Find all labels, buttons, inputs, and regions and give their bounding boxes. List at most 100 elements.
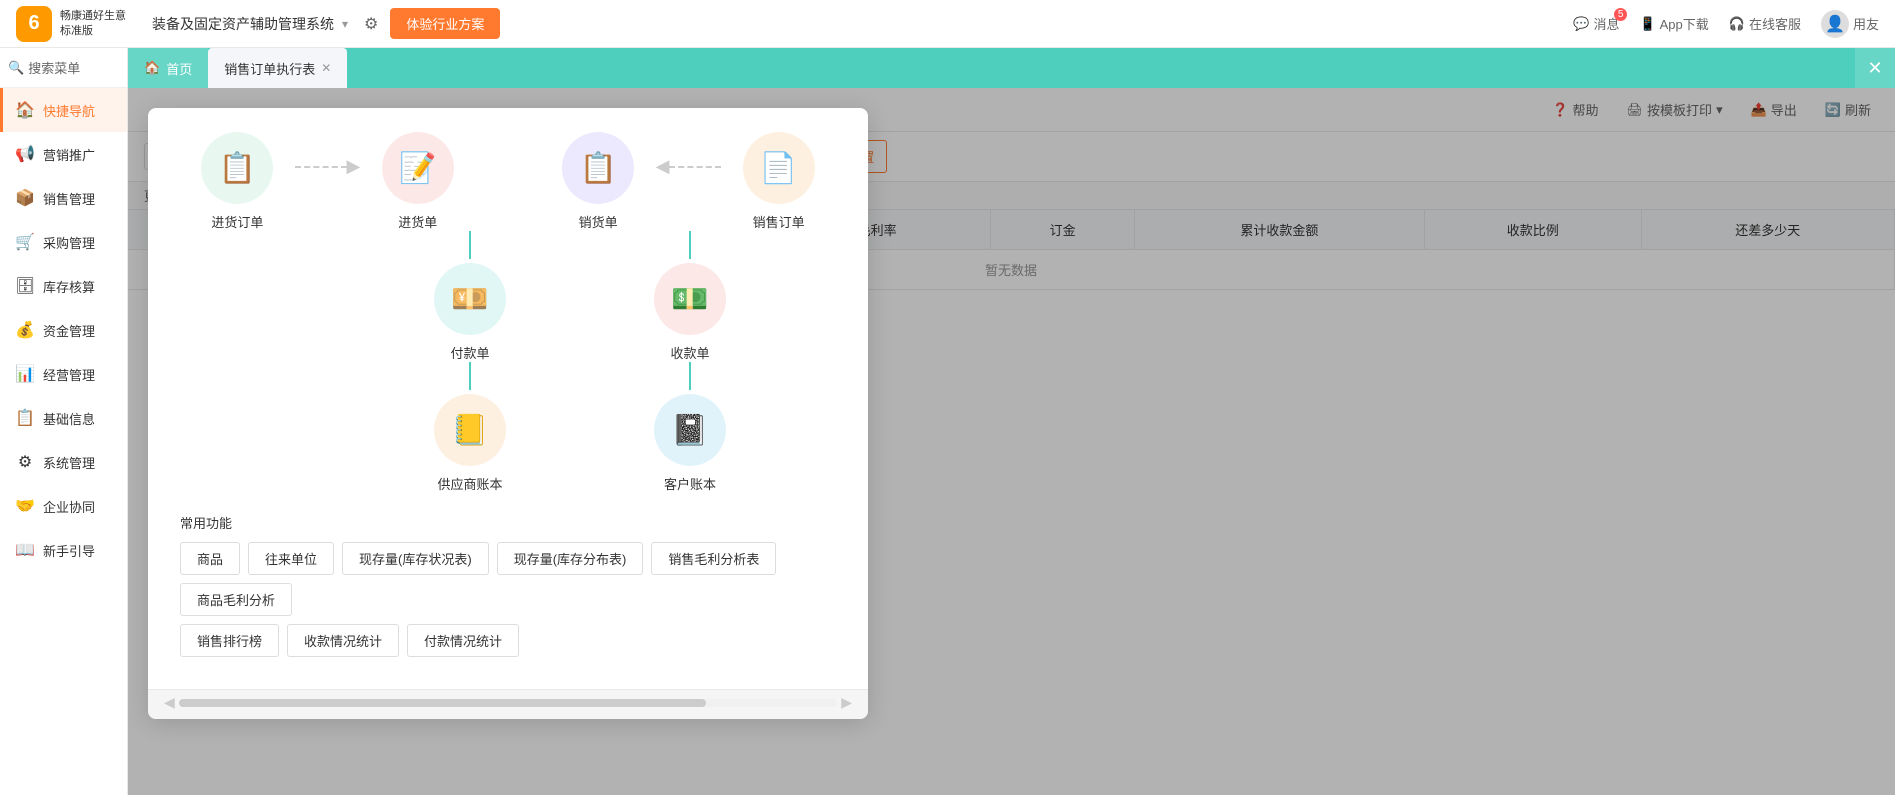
sidebar-icon-6: 📊 xyxy=(15,364,35,384)
sidebar-search[interactable]: 🔍 搜索菜单 xyxy=(0,48,127,88)
sales-receipt-circle: 📄 xyxy=(743,132,815,204)
close-content-btn[interactable]: ✕ xyxy=(1855,48,1895,88)
sidebar-icon-9: 🤝 xyxy=(15,496,35,516)
func-btn-0[interactable]: 商品 xyxy=(180,542,240,575)
trial-btn[interactable]: 体验行业方案 xyxy=(390,8,500,39)
purchase-order-circle: 📋 xyxy=(201,132,273,204)
flow-node-purchase-receipt: 📝 进货单 xyxy=(360,132,475,231)
home-icon: 🏠 xyxy=(144,60,160,76)
func-btn-3[interactable]: 现存量(库存分布表) xyxy=(497,542,644,575)
receipt-icon: 💵 xyxy=(671,282,708,317)
sidebar-icon-5: 💰 xyxy=(15,320,35,340)
flow-arrow-row-2 xyxy=(180,362,836,394)
flow-node-customer-ledger: 📓 客户账本 xyxy=(620,394,760,493)
settings-icon[interactable]: ⚙ xyxy=(364,14,378,34)
func-btn-5[interactable]: 商品毛利分析 xyxy=(180,583,292,616)
receipt-circle: 💵 xyxy=(654,263,726,335)
logo-icon: 6 xyxy=(16,6,52,42)
popup-body: 📋 进货订单 ▶ xyxy=(148,108,868,689)
popup-panel: 📋 进货订单 ▶ xyxy=(148,108,868,719)
avatar: 👤 xyxy=(1821,10,1849,38)
payment-icon: 💴 xyxy=(451,282,488,317)
sidebar-item-1[interactable]: 📢营销推广 xyxy=(0,132,127,176)
sidebar-item-4[interactable]: 🗄库存核算 xyxy=(0,264,127,308)
sidebar-icon-2: 📦 xyxy=(15,188,35,208)
scroll-left-btn[interactable]: ◀ xyxy=(164,694,175,711)
sidebar: 🔍 搜索菜单 🏠快捷导航📢营销推广📦销售管理🛒采购管理🗄库存核算💰资金管理📊经营… xyxy=(0,48,128,795)
flow-bottom-row: 📒 供应商账本 📓 xyxy=(180,394,836,493)
system-title: 装备及固定资产辅助管理系统 ▾ ⚙ xyxy=(152,14,378,34)
main-page-content: ❓ 帮助 🖨 按模板打印 ▾ 📤 导出 🔄 刷新 xyxy=(128,88,1895,795)
sidebar-item-2[interactable]: 📦销售管理 xyxy=(0,176,127,220)
system-title-text: 装备及固定资产辅助管理系统 xyxy=(152,14,334,34)
func-btn-1[interactable]: 往来单位 xyxy=(248,542,334,575)
common-functions-title: 常用功能 xyxy=(180,513,836,532)
sales-receipt-icon: 📄 xyxy=(760,151,797,186)
arrow-4-3: ◀ xyxy=(656,132,722,177)
payment-circle: 💴 xyxy=(434,263,506,335)
sidebar-icon-0: 🏠 xyxy=(15,100,35,120)
sidebar-nav: 🏠快捷导航📢营销推广📦销售管理🛒采购管理🗄库存核算💰资金管理📊经营管理📋基础信息… xyxy=(0,88,127,572)
flow-node-sales-receipt: 📄 销售订单 xyxy=(721,132,836,231)
message-badge: 5 xyxy=(1614,8,1628,21)
func-buttons-row2: 销售排行榜收款情况统计付款情况统计 xyxy=(180,624,836,657)
sidebar-item-8[interactable]: ⚙系统管理 xyxy=(0,440,127,484)
sidebar-item-3[interactable]: 🛒采购管理 xyxy=(0,220,127,264)
func-btn-4[interactable]: 销售毛利分析表 xyxy=(651,542,776,575)
func-btn-2[interactable]: 现存量(库存状况表) xyxy=(342,542,489,575)
close-icon: ✕ xyxy=(1867,58,1882,79)
top-bar: 6 畅康通好生意 标准版 装备及固定资产辅助管理系统 ▾ ⚙ 体验行业方案 💬 … xyxy=(0,0,1895,48)
main-area: 🔍 搜索菜单 🏠快捷导航📢营销推广📦销售管理🛒采购管理🗄库存核算💰资金管理📊经营… xyxy=(0,48,1895,795)
sidebar-icon-3: 🛒 xyxy=(15,232,35,252)
user-menu[interactable]: 👤 用友 xyxy=(1821,10,1879,38)
sidebar-item-0[interactable]: 🏠快捷导航 xyxy=(0,88,127,132)
sidebar-item-5[interactable]: 💰资金管理 xyxy=(0,308,127,352)
logo-text: 畅康通好生意 标准版 xyxy=(60,9,126,38)
purchase-receipt-circle: 📝 xyxy=(382,132,454,204)
func-btn-6[interactable]: 销售排行榜 xyxy=(180,624,279,657)
sidebar-item-7[interactable]: 📋基础信息 xyxy=(0,396,127,440)
tab-home[interactable]: 🏠 首页 xyxy=(128,48,208,88)
sidebar-icon-4: 🗄 xyxy=(15,276,35,296)
popup-scrollbar[interactable] xyxy=(179,699,837,707)
tab-bar: 🏠 首页 销售订单执行表 ✕ ✕ xyxy=(128,48,1895,88)
tab-sales-order[interactable]: 销售订单执行表 ✕ xyxy=(208,48,347,88)
sales-order-circle: 📋 xyxy=(562,132,634,204)
flow-node-supplier-ledger: 📒 供应商账本 xyxy=(400,394,540,493)
sidebar-item-6[interactable]: 📊经营管理 xyxy=(0,352,127,396)
func-btn-7[interactable]: 收款情况统计 xyxy=(287,624,399,657)
headset-icon: 🎧 xyxy=(1729,16,1745,32)
online-service-btn[interactable]: 🎧 在线客服 xyxy=(1729,14,1801,33)
flow-node-payment: 💴 付款单 xyxy=(400,263,540,362)
sales-order-icon: 📋 xyxy=(579,151,616,186)
dropdown-icon[interactable]: ▾ xyxy=(342,17,348,31)
message-icon: 💬 xyxy=(1573,16,1589,32)
logo-area: 6 畅康通好生意 标准版 xyxy=(16,6,144,42)
purchase-receipt-icon: 📝 xyxy=(399,151,436,186)
flow-node-receipt: 💵 收款单 xyxy=(620,263,760,362)
sidebar-icon-1: 📢 xyxy=(15,144,35,164)
sidebar-item-9[interactable]: 🤝企业协同 xyxy=(0,484,127,528)
customer-ledger-icon: 📓 xyxy=(671,413,708,448)
popup-overlay: 📋 进货订单 ▶ xyxy=(128,88,1895,795)
scroll-right-btn[interactable]: ▶ xyxy=(841,694,852,711)
app-download-btn[interactable]: 📱 App下载 xyxy=(1639,14,1708,33)
flow-diagram: 📋 进货订单 ▶ xyxy=(180,132,836,493)
sidebar-icon-7: 📋 xyxy=(15,408,35,428)
func-buttons-row1: 商品往来单位现存量(库存状况表)现存量(库存分布表)销售毛利分析表商品毛利分析 xyxy=(180,542,836,616)
app-container: 6 畅康通好生意 标准版 装备及固定资产辅助管理系统 ▾ ⚙ 体验行业方案 💬 … xyxy=(0,0,1895,795)
top-actions: 💬 消息 5 📱 App下载 🎧 在线客服 👤 用友 xyxy=(1573,10,1879,38)
func-btn-8[interactable]: 付款情况统计 xyxy=(407,624,519,657)
purchase-order-icon: 📋 xyxy=(219,151,256,186)
content-area: 🏠 首页 销售订单执行表 ✕ ✕ ❓ 帮助 xyxy=(128,48,1895,795)
message-btn[interactable]: 💬 消息 5 xyxy=(1573,14,1619,33)
flow-node-purchase-order: 📋 进货订单 xyxy=(180,132,295,231)
tab-close-icon[interactable]: ✕ xyxy=(321,61,331,75)
sidebar-item-10[interactable]: 📖新手引导 xyxy=(0,528,127,572)
customer-ledger-circle: 📓 xyxy=(654,394,726,466)
sidebar-icon-10: 📖 xyxy=(15,540,35,560)
sidebar-icon-8: ⚙ xyxy=(15,452,35,472)
flow-top-row: 📋 进货订单 ▶ xyxy=(180,132,836,231)
flow-node-sales-order: 📋 销货单 xyxy=(541,132,656,231)
supplier-ledger-circle: 📒 xyxy=(434,394,506,466)
